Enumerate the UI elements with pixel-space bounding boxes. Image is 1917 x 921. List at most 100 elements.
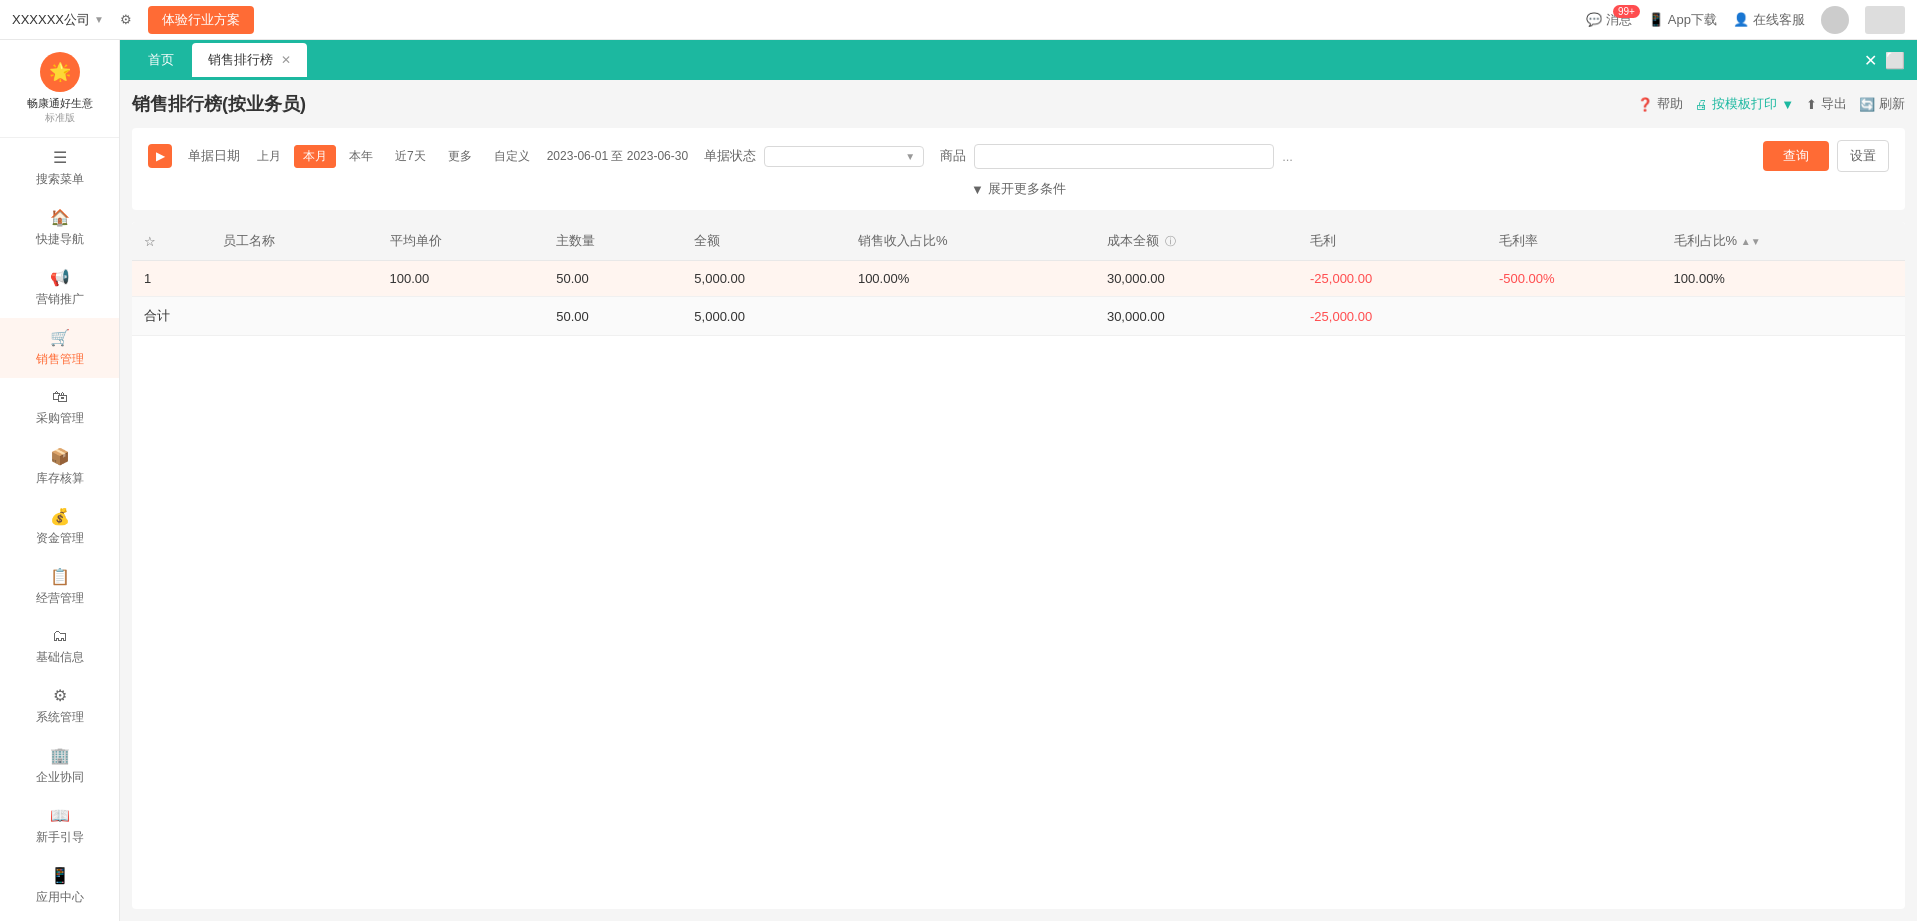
th-name-label: 员工名称 bbox=[223, 233, 275, 248]
goods-label: 商品 bbox=[940, 147, 966, 165]
sidebar-item-label: 基础信息 bbox=[36, 649, 84, 666]
page-actions: ❓ 帮助 🖨 按模板打印 ▼ ⬆ 导出 🔄 bbox=[1637, 95, 1905, 113]
company-name: XXXXXX公司 bbox=[12, 11, 90, 29]
footer-label: 合计 bbox=[132, 297, 378, 336]
filter-more-dots[interactable]: ... bbox=[1282, 149, 1293, 164]
sidebar-item-label: 营销推广 bbox=[36, 291, 84, 308]
table-footer: 合计 50.00 5,000.00 30,000.00 -25,000.00 bbox=[132, 297, 1905, 336]
query-button[interactable]: 查询 bbox=[1763, 141, 1829, 171]
app-download-button[interactable]: 📱 App下载 bbox=[1648, 11, 1717, 29]
template-print-label: 按模板打印 bbox=[1712, 95, 1777, 113]
th-name: 员工名称 bbox=[211, 222, 378, 261]
date-label: 单据日期 bbox=[188, 147, 240, 165]
status-select[interactable]: ▼ bbox=[764, 146, 924, 167]
window-close-icon[interactable]: ✕ bbox=[1864, 51, 1877, 70]
avatar[interactable] bbox=[1821, 6, 1849, 34]
sidebar-item-label: 企业协同 bbox=[36, 769, 84, 786]
th-sales-pct-label: 销售收入占比% bbox=[858, 233, 948, 248]
date-btn-custom[interactable]: 自定义 bbox=[485, 145, 539, 168]
filter-expand-arrow[interactable]: ▶ bbox=[148, 144, 172, 168]
sales-icon: 🛒 bbox=[50, 328, 70, 347]
tab-home[interactable]: 首页 bbox=[132, 43, 190, 77]
user-name-display bbox=[1865, 6, 1905, 34]
logo-icon: 🌟 bbox=[40, 52, 80, 92]
cell-gross-pct: 100.00% bbox=[1662, 261, 1905, 297]
refresh-button[interactable]: 🔄 刷新 bbox=[1859, 95, 1905, 113]
sidebar-item-guide[interactable]: 📖 新手引导 bbox=[0, 796, 119, 856]
cell-main-qty: 50.00 bbox=[544, 261, 682, 297]
online-service-label: 在线客服 bbox=[1753, 11, 1805, 29]
sidebar-item-app-center[interactable]: 📱 应用中心 bbox=[0, 856, 119, 916]
th-sales-pct: 销售收入占比% bbox=[846, 222, 1095, 261]
window-max-icon[interactable]: ⬜ bbox=[1885, 51, 1905, 70]
tab-close-icon[interactable]: ✕ bbox=[281, 53, 291, 67]
sidebar-item-enterprise[interactable]: 🏢 企业协同 bbox=[0, 736, 119, 796]
th-rank: ☆ bbox=[132, 222, 211, 261]
settings-icon[interactable]: ⚙ bbox=[112, 6, 140, 34]
status-label: 单据状态 bbox=[704, 147, 756, 165]
tab-home-label: 首页 bbox=[148, 52, 174, 67]
expand-down-icon: ▼ bbox=[971, 182, 984, 197]
gross-pct-sort-icon[interactable]: ▲▼ bbox=[1741, 236, 1761, 247]
date-btn-more[interactable]: 更多 bbox=[439, 145, 481, 168]
phone-icon: 📱 bbox=[1648, 12, 1664, 27]
footer-main-qty: 50.00 bbox=[544, 297, 682, 336]
sidebar-item-system[interactable]: ⚙ 系统管理 bbox=[0, 676, 119, 736]
th-gross-pct-label: 毛利占比% bbox=[1674, 233, 1738, 248]
quick-nav-icon: 🏠 bbox=[50, 208, 70, 227]
sidebar-item-search-order[interactable]: ☰ 搜索菜单 bbox=[0, 138, 119, 198]
top-bar-left: XXXXXX公司 ▼ ⚙ 体验行业方案 bbox=[12, 6, 254, 34]
date-buttons: 上月 本月 本年 近7天 更多 自定义 bbox=[248, 145, 539, 168]
cost-amount-info-icon[interactable]: ⓘ bbox=[1165, 235, 1176, 247]
th-cost-amount-label: 成本全额 bbox=[1107, 233, 1159, 248]
sidebar-item-inventory[interactable]: 📦 库存核算 bbox=[0, 437, 119, 497]
table-body: 1 100.00 50.00 5,000.00 100.00% 30,000.0… bbox=[132, 261, 1905, 297]
cell-gross-rate: -500.00% bbox=[1487, 261, 1662, 297]
service-icon: 👤 bbox=[1733, 12, 1749, 27]
th-main-qty: 主数量 bbox=[544, 222, 682, 261]
export-icon: ⬆ bbox=[1806, 97, 1817, 112]
tab-sales-ranking[interactable]: 销售排行榜 ✕ bbox=[192, 43, 307, 77]
sidebar-item-label: 搜索菜单 bbox=[36, 171, 84, 188]
message-button[interactable]: 💬 消息 99+ bbox=[1586, 11, 1632, 29]
th-amount-label: 全额 bbox=[694, 233, 720, 248]
logo-text: 畅康通好生意 bbox=[27, 96, 93, 111]
date-btn-this-year[interactable]: 本年 bbox=[340, 145, 382, 168]
try-industry-button[interactable]: 体验行业方案 bbox=[148, 6, 254, 34]
th-main-qty-label: 主数量 bbox=[556, 233, 595, 248]
help-button[interactable]: ❓ 帮助 bbox=[1637, 95, 1683, 113]
table-container: ☆ 员工名称 平均单价 主数量 bbox=[132, 222, 1905, 909]
settings-button[interactable]: 设置 bbox=[1837, 140, 1889, 172]
filter-expand-row[interactable]: ▼ 展开更多条件 bbox=[148, 180, 1889, 198]
template-print-arrow: ▼ bbox=[1781, 97, 1794, 112]
export-button[interactable]: ⬆ 导出 bbox=[1806, 95, 1847, 113]
sidebar-item-basic-info[interactable]: 🗂 基础信息 bbox=[0, 617, 119, 676]
footer-avg-price bbox=[378, 297, 545, 336]
sidebar-item-sales[interactable]: 🛒 销售管理 bbox=[0, 318, 119, 378]
date-btn-this-month[interactable]: 本月 bbox=[294, 145, 336, 168]
sidebar-item-quick-nav[interactable]: 🏠 快捷导航 bbox=[0, 198, 119, 258]
date-btn-last-month[interactable]: 上月 bbox=[248, 145, 290, 168]
system-icon: ⚙ bbox=[53, 686, 67, 705]
th-gross-profit: 毛利 bbox=[1298, 222, 1487, 261]
th-gross-profit-label: 毛利 bbox=[1310, 233, 1336, 248]
tab-bar: 首页 销售排行榜 ✕ ✕ ⬜ bbox=[120, 40, 1917, 80]
help-label: 帮助 bbox=[1657, 95, 1683, 113]
sidebar-item-purchase[interactable]: 🛍 采购管理 bbox=[0, 378, 119, 437]
sidebar-item-label: 应用中心 bbox=[36, 889, 84, 906]
online-service-button[interactable]: 👤 在线客服 bbox=[1733, 11, 1805, 29]
date-btn-7days[interactable]: 近7天 bbox=[386, 145, 435, 168]
sidebar-item-label: 销售管理 bbox=[36, 351, 84, 368]
company-select[interactable]: XXXXXX公司 ▼ bbox=[12, 11, 104, 29]
sidebar-item-wechat[interactable]: 💬 企业微信 bbox=[0, 916, 119, 921]
sidebar-item-operation[interactable]: 📋 经营管理 bbox=[0, 557, 119, 617]
sidebar-item-finance[interactable]: 💰 资金管理 bbox=[0, 497, 119, 557]
goods-input[interactable] bbox=[974, 144, 1274, 169]
sidebar-item-label: 经营管理 bbox=[36, 590, 84, 607]
th-gross-rate: 毛利率 bbox=[1487, 222, 1662, 261]
sidebar-item-marketing[interactable]: 📢 营销推广 bbox=[0, 258, 119, 318]
template-print-button[interactable]: 🖨 按模板打印 ▼ bbox=[1695, 95, 1794, 113]
export-label: 导出 bbox=[1821, 95, 1847, 113]
content-area: 首页 销售排行榜 ✕ ✕ ⬜ 销售排行榜(按业务员) bbox=[120, 40, 1917, 921]
table-row: 1 100.00 50.00 5,000.00 100.00% 30,000.0… bbox=[132, 261, 1905, 297]
